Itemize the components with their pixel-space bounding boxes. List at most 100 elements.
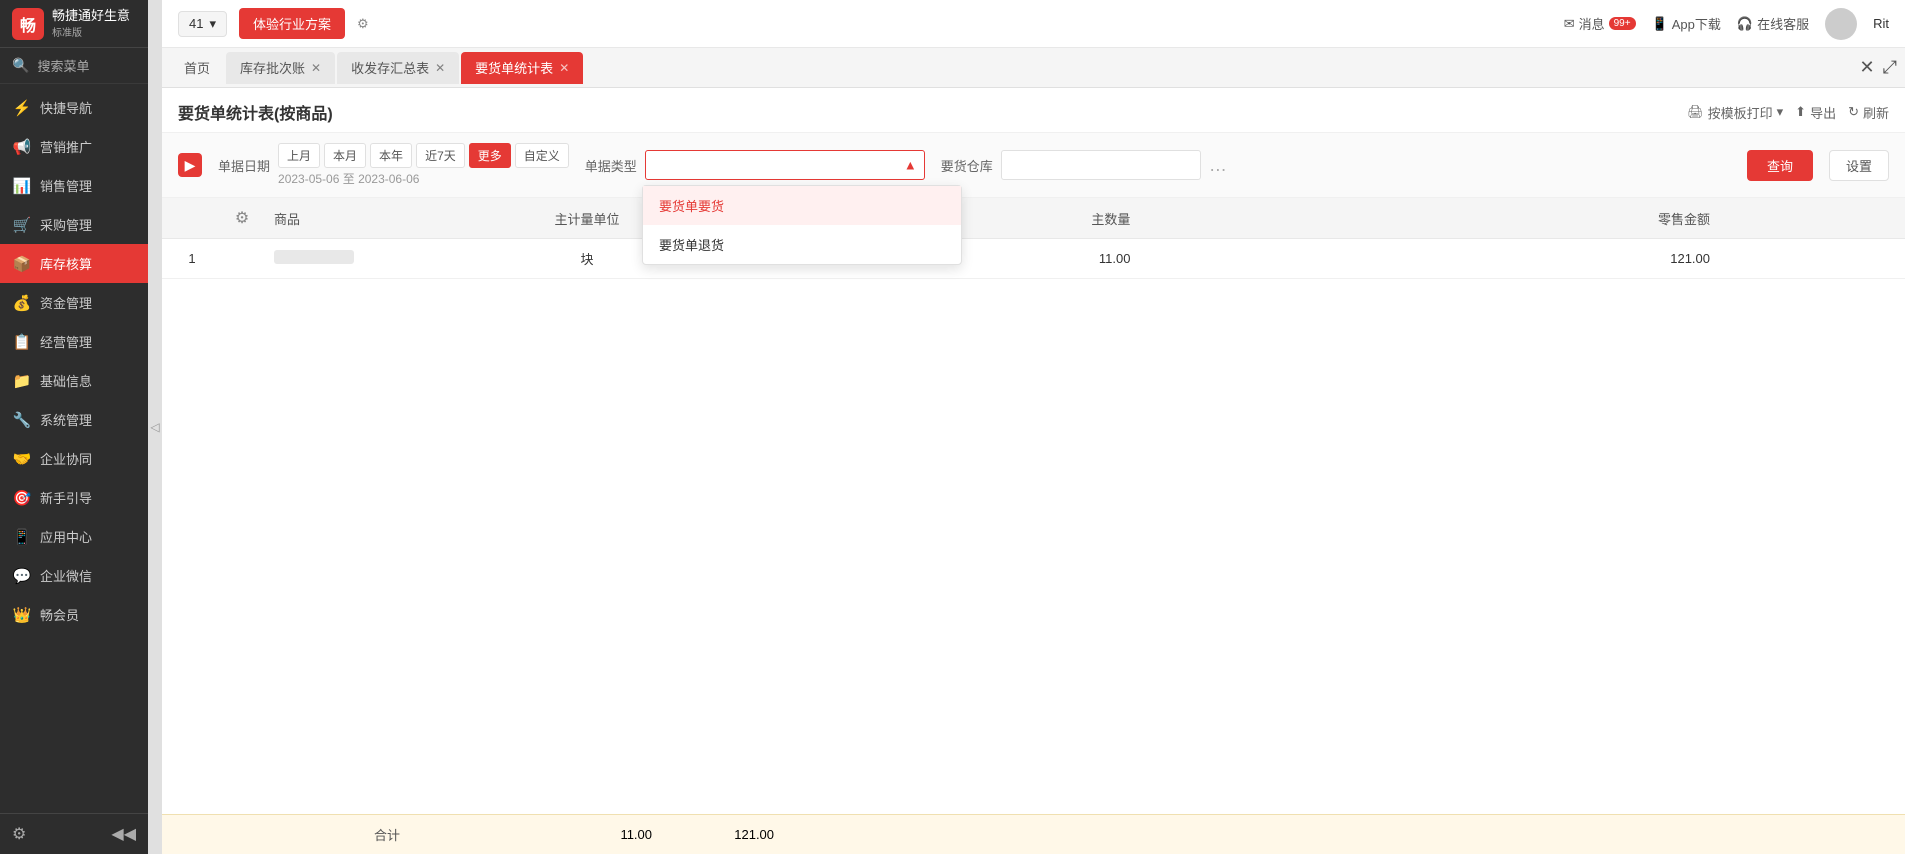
tab-close-all-icon[interactable]: ✕ xyxy=(1860,57,1875,78)
wechat-icon: 💬 xyxy=(12,567,32,585)
online-service-label: 在线客服 xyxy=(1757,14,1809,33)
sidebar-item-label: 经营管理 xyxy=(40,332,92,351)
cooperation-icon: 🤝 xyxy=(12,450,32,468)
sidebar-item-wechat[interactable]: 💬 企业微信 xyxy=(0,556,148,595)
sidebar-item-basic-info[interactable]: 📁 基础信息 xyxy=(0,361,148,400)
online-service-btn[interactable]: 🎧 在线客服 xyxy=(1737,14,1809,33)
footer-qty: 11.00 xyxy=(620,827,652,842)
product-placeholder xyxy=(274,250,354,264)
sidebar-item-label: 采购管理 xyxy=(40,215,92,234)
messages-badge: 99+ xyxy=(1609,17,1636,30)
app-download-btn[interactable]: 📱 App下载 xyxy=(1652,14,1721,33)
phone-icon: 📱 xyxy=(1652,16,1668,32)
search-icon: 🔍 xyxy=(12,57,29,74)
sidebar-header: 畅 畅捷通好生意 标准版 xyxy=(0,0,148,48)
tab-order-stats[interactable]: 要货单统计表 ✕ xyxy=(461,52,583,84)
type-input[interactable] xyxy=(645,150,925,180)
date-btn-more[interactable]: 更多 xyxy=(469,143,511,168)
cell-index: 1 xyxy=(162,239,222,279)
quick-nav-icon: ⚡ xyxy=(12,99,32,117)
sidebar-footer: ⚙ ◀◀ xyxy=(0,813,148,854)
tab-order-stats-close[interactable]: ✕ xyxy=(559,61,569,75)
system-icon: 🔧 xyxy=(12,411,32,429)
industry-btn[interactable]: 体验行业方案 xyxy=(239,8,345,39)
sidebar-item-operation[interactable]: 📋 经营管理 xyxy=(0,322,148,361)
sidebar-item-label: 畅会员 xyxy=(40,605,79,624)
topbar: 41 ▾ 体验行业方案 ⚙ ✉ 消息 99+ 📱 App下载 🎧 在线客服 Ri… xyxy=(162,0,1905,48)
print-label: 按模板打印 xyxy=(1708,103,1773,122)
sidebar-item-marketing[interactable]: 📢 营销推广 xyxy=(0,127,148,166)
store-selector-chevron: ▾ xyxy=(209,16,216,32)
sidebar-item-inventory[interactable]: 📦 库存核算 xyxy=(0,244,148,283)
sidebar-item-quick-nav[interactable]: ⚡ 快捷导航 xyxy=(0,88,148,127)
tab-expand-icon[interactable]: ⤢ xyxy=(1883,57,1897,78)
sidebar-item-sales[interactable]: 📊 销售管理 xyxy=(0,166,148,205)
home-label: 首页 xyxy=(184,58,210,77)
purchase-icon: 🛒 xyxy=(12,216,32,234)
collapse-icon[interactable]: ◀◀ xyxy=(111,824,136,844)
sidebar-item-finance[interactable]: 💰 资金管理 xyxy=(0,283,148,322)
message-icon: ✉ xyxy=(1564,16,1575,32)
tab-inventory-batch[interactable]: 库存批次账 ✕ xyxy=(226,52,335,84)
app-title-group: 畅捷通好生意 标准版 xyxy=(52,8,130,40)
tab-receive-summary-close[interactable]: ✕ xyxy=(435,61,445,75)
dropdown-item-order-return[interactable]: 要货单退货 xyxy=(643,225,961,264)
date-btn-custom[interactable]: 自定义 xyxy=(515,143,569,168)
messages-btn[interactable]: ✉ 消息 99+ xyxy=(1564,14,1636,33)
date-btn-this-year[interactable]: 本年 xyxy=(370,143,412,168)
tab-actions: ✕ ⤢ xyxy=(1860,57,1898,78)
cell-settings xyxy=(222,239,262,279)
collapse-handle-icon: ◁ xyxy=(150,420,159,434)
sidebar-item-system[interactable]: 🔧 系统管理 xyxy=(0,400,148,439)
page-header: 要货单统计表(按商品) 🖨 按模板打印 ▾ ⬆ 导出 ↻ 刷新 xyxy=(162,88,1905,133)
export-btn[interactable]: ⬆ 导出 xyxy=(1795,103,1836,122)
sidebar-item-label: 销售管理 xyxy=(40,176,92,195)
cell-unit: 块 xyxy=(512,239,662,279)
app-subtitle: 标准版 xyxy=(52,24,130,39)
messages-label: 消息 xyxy=(1579,14,1605,33)
date-btn-last-7-days[interactable]: 近7天 xyxy=(416,143,465,168)
sidebar-item-app-center[interactable]: 📱 应用中心 xyxy=(0,517,148,556)
dropdown-item-order-goods[interactable]: 要货单要货 xyxy=(643,186,961,225)
footer-qty-spacer: 11.00 xyxy=(432,827,652,842)
tab-inventory-batch-close[interactable]: ✕ xyxy=(311,61,321,75)
filter-expand-btn[interactable]: ▶ xyxy=(178,153,202,177)
settings-footer-icon[interactable]: ⚙ xyxy=(12,824,26,844)
filter-more-btn[interactable]: … xyxy=(1209,155,1227,176)
col-unit: 主计量单位 xyxy=(512,198,662,239)
refresh-label: 刷新 xyxy=(1863,103,1889,122)
date-btn-last-month[interactable]: 上月 xyxy=(278,143,320,168)
store-selector[interactable]: 41 ▾ xyxy=(178,11,227,37)
app-logo: 畅 xyxy=(12,8,44,40)
filter-warehouse-group: 要货仓库 … xyxy=(941,150,1227,180)
sidebar-item-label: 企业协同 xyxy=(40,449,92,468)
sidebar-search[interactable]: 🔍 搜索菜单 xyxy=(0,48,148,84)
table-header-row: ⚙ 商品 主计量单位 主数量 零售金额 xyxy=(162,198,1905,239)
refresh-btn[interactable]: ↻ 刷新 xyxy=(1848,103,1889,122)
topbar-settings-icon[interactable]: ⚙ xyxy=(357,16,369,32)
print-btn[interactable]: 🖨 按模板打印 ▾ xyxy=(1687,103,1783,122)
sidebar-collapse-handle[interactable]: ◁ xyxy=(148,0,162,854)
sidebar-item-purchase[interactable]: 🛒 采购管理 xyxy=(0,205,148,244)
query-btn[interactable]: 查询 xyxy=(1747,150,1813,181)
inventory-icon: 📦 xyxy=(12,255,32,273)
sidebar-item-vip[interactable]: 👑 畅会员 xyxy=(0,595,148,634)
type-dropdown-arrow[interactable]: ▲ xyxy=(904,158,917,173)
table-settings-icon[interactable]: ⚙ xyxy=(235,210,249,227)
avatar[interactable] xyxy=(1825,8,1857,40)
tab-receive-summary[interactable]: 收发存汇总表 ✕ xyxy=(337,52,459,84)
type-dropdown-menu: 要货单要货 要货单退货 xyxy=(642,185,962,265)
filter-date-group: 单据日期 上月 本月 本年 近7天 更多 自定义 2023-05-06 至 20… xyxy=(218,143,569,187)
vip-icon: 👑 xyxy=(12,606,32,624)
footer-amount-spacer: 121.00 xyxy=(684,827,774,842)
col-settings[interactable]: ⚙ xyxy=(222,198,262,239)
filter-settings-btn[interactable]: 设置 xyxy=(1829,150,1889,181)
tabbar: 首页 库存批次账 ✕ 收发存汇总表 ✕ 要货单统计表 ✕ ✕ ⤢ xyxy=(162,48,1905,88)
data-table: ⚙ 商品 主计量单位 主数量 零售金额 1 xyxy=(162,198,1905,279)
date-btn-this-month[interactable]: 本月 xyxy=(324,143,366,168)
tab-home[interactable]: 首页 xyxy=(170,52,224,84)
sidebar-item-cooperation[interactable]: 🤝 企业协同 xyxy=(0,439,148,478)
table-container: ⚙ 商品 主计量单位 主数量 零售金额 1 xyxy=(162,198,1905,814)
warehouse-input[interactable] xyxy=(1001,150,1201,180)
sidebar-item-guide[interactable]: 🎯 新手引导 xyxy=(0,478,148,517)
